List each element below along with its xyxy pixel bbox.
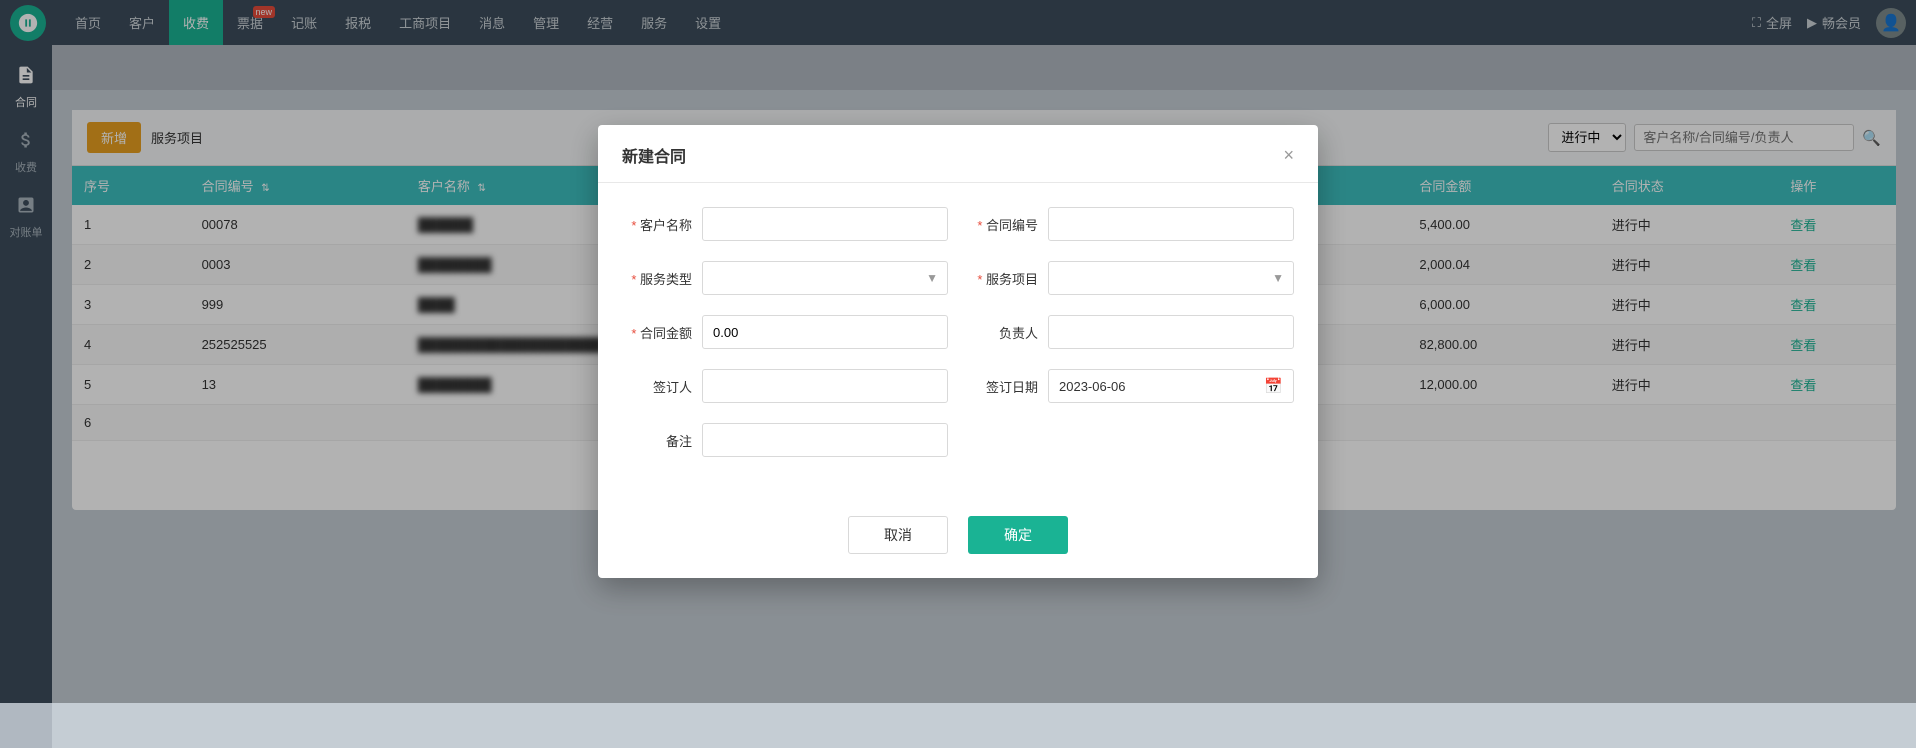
form-group-owner: 负责人 <box>968 315 1294 349</box>
form-row-2: 服务类型 ▼ 服务项目 ▼ <box>622 261 1294 295</box>
modal-title: 新建合同 <box>622 143 686 167</box>
confirm-button[interactable]: 确定 <box>968 516 1068 554</box>
form-row-1: 客户名称 合同编号 <box>622 207 1294 241</box>
modal-close-button[interactable]: × <box>1283 145 1294 166</box>
service-item-wrapper: ▼ <box>1048 261 1294 295</box>
label-service-item: 服务项目 <box>968 269 1038 288</box>
new-contract-modal: 新建合同 × 客户名称 合同编号 服务类型 <box>598 125 1318 578</box>
input-contract-no[interactable] <box>1048 207 1294 241</box>
form-group-signer: 签订人 <box>622 369 948 403</box>
label-notes: 备注 <box>622 431 692 450</box>
label-service-type: 服务类型 <box>622 269 692 288</box>
form-group-contract-no: 合同编号 <box>968 207 1294 241</box>
form-group-amount: 合同金额 <box>622 315 948 349</box>
form-group-service-item: 服务项目 ▼ <box>968 261 1294 295</box>
modal-overlay: 新建合同 × 客户名称 合同编号 服务类型 <box>0 0 1916 703</box>
form-group-service-type: 服务类型 ▼ <box>622 261 948 295</box>
form-group-sign-date: 签订日期 2023-06-06 📅 <box>968 369 1294 403</box>
label-signer: 签订人 <box>622 377 692 396</box>
label-sign-date: 签订日期 <box>968 377 1038 396</box>
cancel-button[interactable]: 取消 <box>848 516 948 554</box>
modal-header: 新建合同 × <box>598 125 1318 183</box>
form-row-3: 合同金额 负责人 <box>622 315 1294 349</box>
select-service-item[interactable] <box>1048 261 1294 295</box>
input-customer-name[interactable] <box>702 207 948 241</box>
select-service-type[interactable] <box>702 261 948 295</box>
label-amount: 合同金额 <box>622 323 692 342</box>
form-group-notes: 备注 <box>622 423 948 457</box>
input-signer[interactable] <box>702 369 948 403</box>
label-owner: 负责人 <box>968 323 1038 342</box>
label-contract-no: 合同编号 <box>968 215 1038 234</box>
calendar-icon[interactable]: 📅 <box>1264 377 1283 395</box>
input-owner[interactable] <box>1048 315 1294 349</box>
form-row-4: 签订人 签订日期 2023-06-06 📅 <box>622 369 1294 403</box>
label-customer-name: 客户名称 <box>622 215 692 234</box>
modal-footer: 取消 确定 <box>598 501 1318 578</box>
date-picker-wrapper[interactable]: 2023-06-06 📅 <box>1048 369 1294 403</box>
input-notes[interactable] <box>702 423 948 457</box>
modal-body: 客户名称 合同编号 服务类型 ▼ <box>598 183 1318 501</box>
form-row-5: 备注 <box>622 423 1294 457</box>
input-contract-amount[interactable] <box>702 315 948 349</box>
sign-date-value: 2023-06-06 <box>1059 379 1256 394</box>
form-group-customer-name: 客户名称 <box>622 207 948 241</box>
service-type-wrapper: ▼ <box>702 261 948 295</box>
